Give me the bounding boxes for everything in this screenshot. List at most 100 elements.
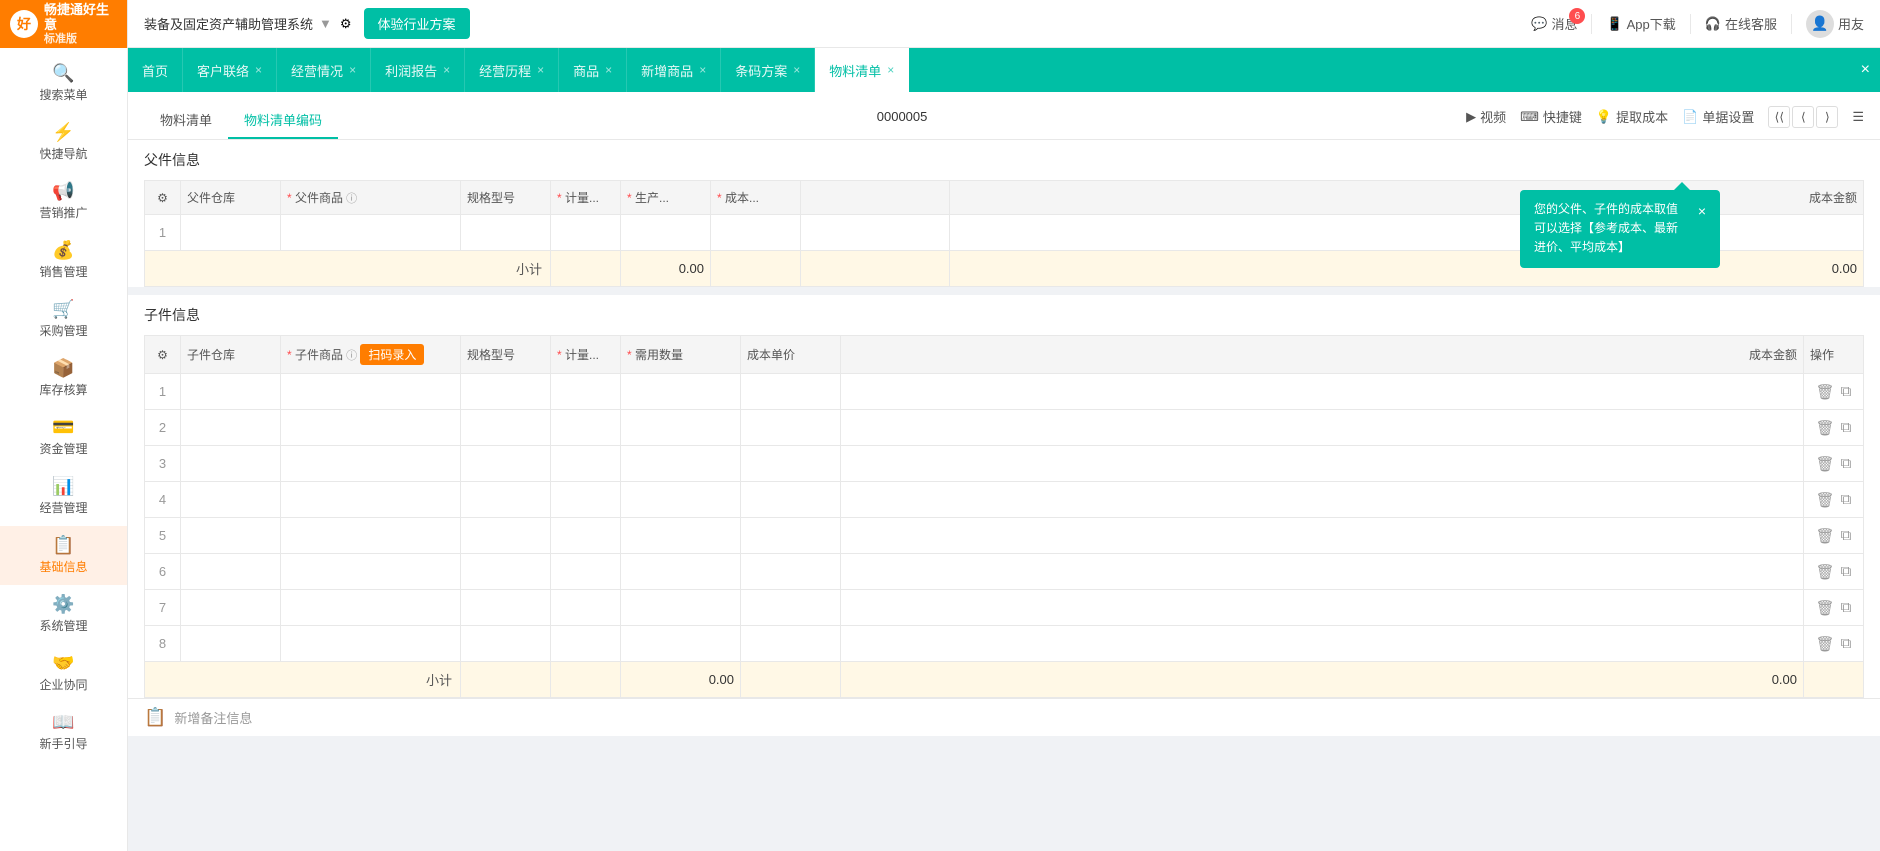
tab-home[interactable]: 首页: [128, 48, 183, 92]
scan-btn[interactable]: 扫码录入: [360, 344, 424, 365]
parent-produce-1[interactable]: [621, 215, 711, 251]
child-warehouse-8[interactable]: [181, 626, 281, 662]
child-qty-5[interactable]: [621, 518, 741, 554]
th-child-settings[interactable]: ⚙: [145, 336, 181, 374]
child-spec-2[interactable]: [461, 410, 551, 446]
child-qty-2[interactable]: [621, 410, 741, 446]
tab-bom-close[interactable]: ×: [887, 63, 894, 77]
child-warehouse-7[interactable]: [181, 590, 281, 626]
child-warehouse-6[interactable]: [181, 554, 281, 590]
tab-products-close[interactable]: ×: [605, 63, 612, 77]
user-btn[interactable]: 👤 用友: [1806, 10, 1864, 38]
sidebar-item-inventory[interactable]: 📦 库存核算: [0, 349, 127, 408]
child-warehouse-4[interactable]: [181, 482, 281, 518]
tab-profit-close[interactable]: ×: [443, 63, 450, 77]
child-spec-8[interactable]: [461, 626, 551, 662]
system-selector[interactable]: 装备及固定资产辅助管理系统 ▼: [144, 14, 332, 33]
sidebar-item-search[interactable]: 🔍 搜索菜单: [0, 54, 127, 113]
child-product-7[interactable]: [281, 590, 461, 626]
child-qty-7[interactable]: [621, 590, 741, 626]
tab-bom[interactable]: 物料清单 ×: [815, 48, 909, 92]
child-product-2[interactable]: [281, 410, 461, 446]
delete-btn-8[interactable]: 🗑: [1816, 635, 1835, 653]
sidebar-item-operations[interactable]: 📊 经营管理: [0, 467, 127, 526]
tab-new-product[interactable]: 新增商品 ×: [627, 48, 721, 92]
copy-btn-1[interactable]: ⧉: [1841, 383, 1852, 400]
sidebar-item-sales[interactable]: 💰 销售管理: [0, 231, 127, 290]
child-unit-5[interactable]: [551, 518, 621, 554]
child-spec-6[interactable]: [461, 554, 551, 590]
child-unit-cost-4[interactable]: [741, 482, 841, 518]
child-unit-cost-7[interactable]: [741, 590, 841, 626]
pager-prev[interactable]: ⟨: [1792, 106, 1814, 128]
child-warehouse-2[interactable]: [181, 410, 281, 446]
child-product-3[interactable]: [281, 446, 461, 482]
sidebar-item-cooperation[interactable]: 🤝 企业协同: [0, 644, 127, 703]
child-warehouse-3[interactable]: [181, 446, 281, 482]
tab-history-close[interactable]: ×: [537, 63, 544, 77]
child-unit-4[interactable]: [551, 482, 621, 518]
child-unit-cost-3[interactable]: [741, 446, 841, 482]
child-unit-7[interactable]: [551, 590, 621, 626]
child-spec-5[interactable]: [461, 518, 551, 554]
copy-btn-6[interactable]: ⧉: [1841, 563, 1852, 580]
tab-customers[interactable]: 客户联络 ×: [183, 48, 277, 92]
child-spec-4[interactable]: [461, 482, 551, 518]
service-btn[interactable]: 🎧 在线客服: [1705, 14, 1777, 33]
tab-ops-close[interactable]: ×: [349, 63, 356, 77]
parent-unit-1[interactable]: [551, 215, 621, 251]
child-unit-cost-6[interactable]: [741, 554, 841, 590]
sidebar-item-basic-info[interactable]: 📋 基础信息: [0, 526, 127, 585]
child-qty-6[interactable]: [621, 554, 741, 590]
child-product-6[interactable]: [281, 554, 461, 590]
tab-history[interactable]: 经营历程 ×: [465, 48, 559, 92]
child-product-8[interactable]: [281, 626, 461, 662]
copy-btn-7[interactable]: ⧉: [1841, 599, 1852, 616]
parent-spec-1[interactable]: [461, 215, 551, 251]
parent-cost-1[interactable]: [711, 215, 801, 251]
add-note-text[interactable]: 新增备注信息: [174, 708, 252, 727]
child-qty-8[interactable]: [621, 626, 741, 662]
child-unit-cost-1[interactable]: [741, 374, 841, 410]
shortcut-btn[interactable]: ⌨ 快捷键: [1520, 107, 1582, 126]
sidebar-item-guide[interactable]: 📖 新手引导: [0, 703, 127, 762]
tab-operations-status[interactable]: 经营情况 ×: [277, 48, 371, 92]
parent-warehouse-1[interactable]: [181, 215, 281, 251]
delete-btn-3[interactable]: 🗑: [1816, 455, 1835, 473]
sidebar-item-system[interactable]: ⚙️ 系统管理: [0, 585, 127, 644]
child-product-1[interactable]: [281, 374, 461, 410]
sub-tab-bom-code[interactable]: 物料清单编码: [228, 102, 338, 139]
layout-btn[interactable]: ☰: [1852, 109, 1864, 125]
child-unit-cost-8[interactable]: [741, 626, 841, 662]
child-qty-3[interactable]: [621, 446, 741, 482]
child-unit-6[interactable]: [551, 554, 621, 590]
copy-btn-8[interactable]: ⧉: [1841, 635, 1852, 652]
app-download-btn[interactable]: 📱 App下载: [1606, 14, 1675, 33]
tab-products[interactable]: 商品 ×: [559, 48, 627, 92]
pager-next[interactable]: ⟩: [1816, 106, 1838, 128]
child-warehouse-5[interactable]: [181, 518, 281, 554]
extract-cost-btn[interactable]: 💡 提取成本: [1596, 107, 1668, 126]
message-btn[interactable]: 💬 消息 6: [1531, 14, 1577, 33]
child-unit-2[interactable]: [551, 410, 621, 446]
copy-btn-2[interactable]: ⧉: [1841, 419, 1852, 436]
single-settings-btn[interactable]: 📄 单据设置: [1682, 107, 1754, 126]
view-video-btn[interactable]: ▶ 视频: [1466, 107, 1506, 126]
child-unit-cost-5[interactable]: [741, 518, 841, 554]
delete-btn-7[interactable]: 🗑: [1816, 599, 1835, 617]
child-product-4[interactable]: [281, 482, 461, 518]
tab-barcode[interactable]: 条码方案 ×: [721, 48, 815, 92]
sub-tab-bom-list[interactable]: 物料清单: [144, 102, 228, 139]
child-unit-3[interactable]: [551, 446, 621, 482]
child-spec-1[interactable]: [461, 374, 551, 410]
delete-btn-6[interactable]: 🗑: [1816, 563, 1835, 581]
child-qty-1[interactable]: [621, 374, 741, 410]
tab-customers-close[interactable]: ×: [255, 63, 262, 77]
child-spec-7[interactable]: [461, 590, 551, 626]
child-product-5[interactable]: [281, 518, 461, 554]
pager-prev-prev[interactable]: ⟨⟨: [1768, 106, 1790, 128]
delete-btn-1[interactable]: 🗑: [1816, 383, 1835, 401]
close-all-btn[interactable]: ×: [1851, 48, 1880, 92]
delete-btn-4[interactable]: 🗑: [1816, 491, 1835, 509]
copy-btn-4[interactable]: ⧉: [1841, 491, 1852, 508]
